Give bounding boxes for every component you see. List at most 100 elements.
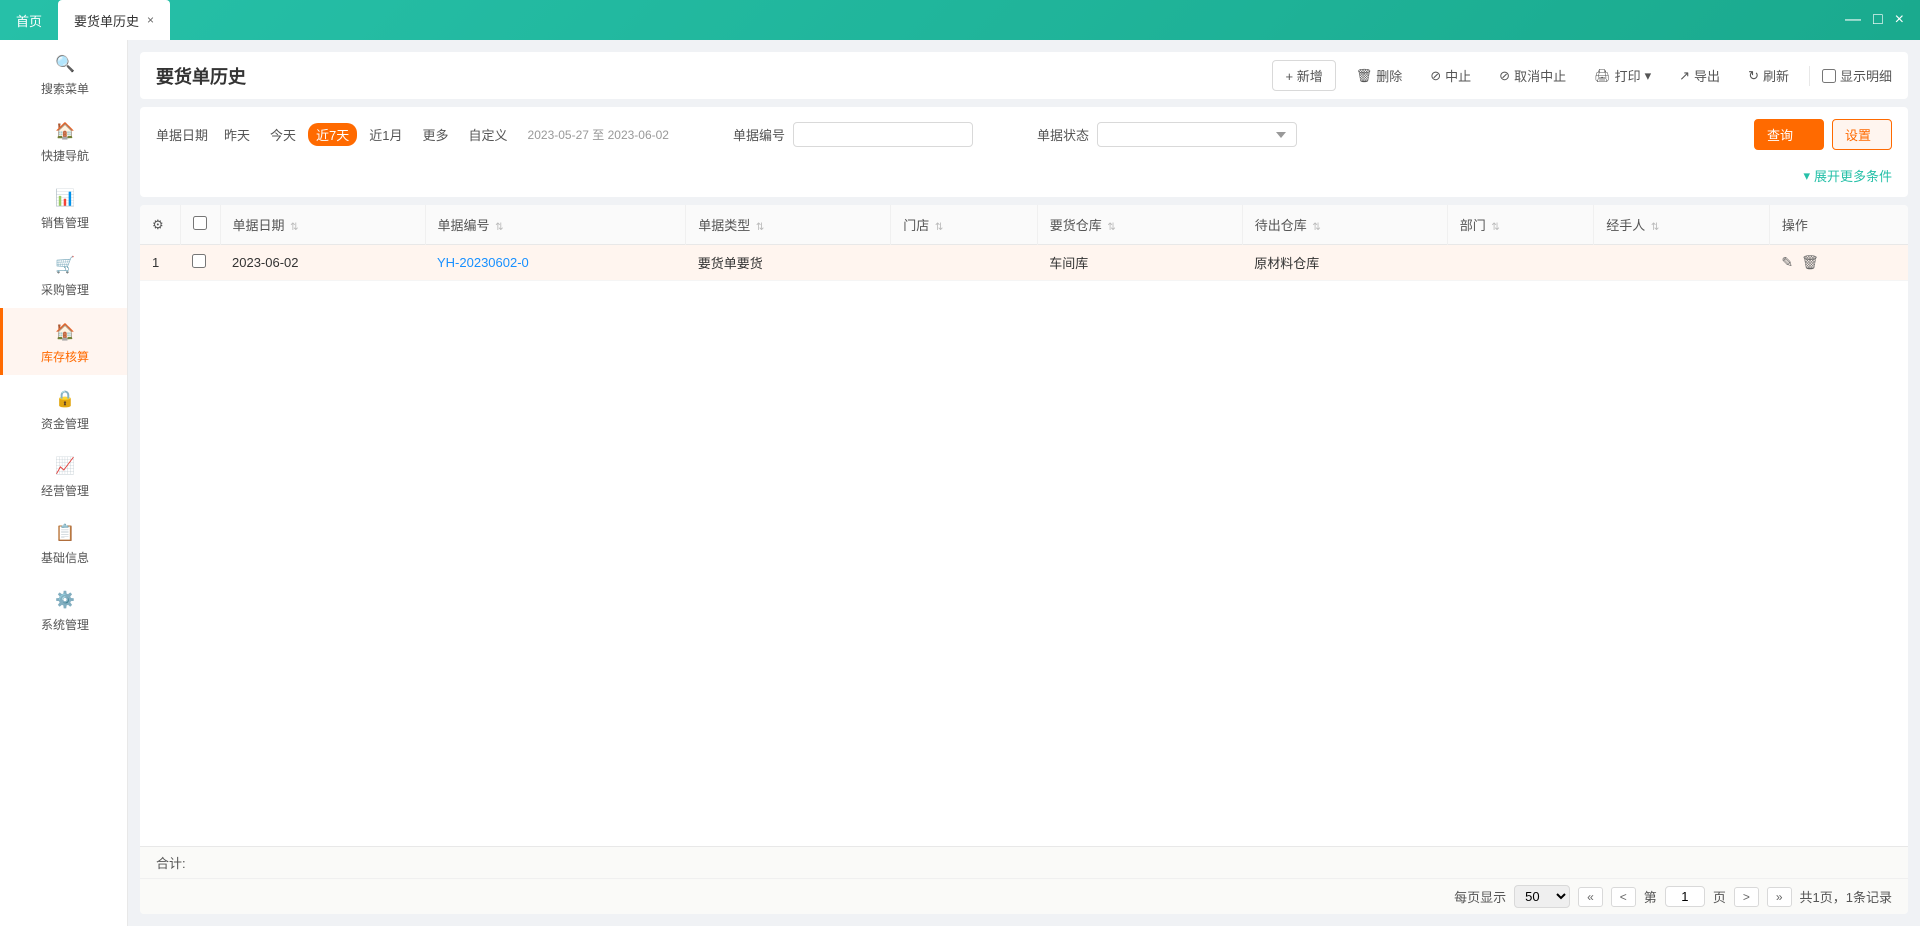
sidebar-item-finance-mgmt[interactable]: 🔒 资金管理 xyxy=(0,375,127,442)
row-edit-icon[interactable]: ✎ xyxy=(1781,254,1793,271)
tab-home-label: 首页 xyxy=(16,11,42,30)
date-btn-last1month[interactable]: 近1月 xyxy=(361,123,410,146)
next-page-btn[interactable]: > xyxy=(1734,887,1759,907)
sidebar-item-system-mgmt[interactable]: ⚙️ 系统管理 xyxy=(0,576,127,643)
sidebar-item-purchase-mgmt[interactable]: 🛒 采购管理 xyxy=(0,241,127,308)
settings-button-label: 设置 xyxy=(1845,125,1871,144)
table-row: 1 2023-06-02 YH-20230602-0 要货单要货 xyxy=(140,245,1908,281)
col-store-sort: ⇅ xyxy=(935,222,943,233)
filter-status-label: 单据状态 xyxy=(1037,125,1089,144)
stop-button[interactable]: ⊘ 中止 xyxy=(1422,61,1479,90)
maximize-icon[interactable]: □ xyxy=(1873,11,1883,29)
date-btn-yesterday[interactable]: 昨天 xyxy=(216,123,258,146)
query-button[interactable]: 查询 xyxy=(1754,119,1824,150)
export-label: 导出 xyxy=(1694,66,1720,85)
prev-page-btn[interactable]: < xyxy=(1611,887,1636,907)
col-pending-warehouse[interactable]: 待出仓库 ⇅ xyxy=(1242,205,1447,245)
filter-area: 单据日期 昨天 今天 近7天 近1月 更多 自定义 2023-05-27 至 2… xyxy=(140,107,1908,197)
sidebar-item-ops-mgmt[interactable]: 📈 经营管理 xyxy=(0,442,127,509)
export-button[interactable]: ↗ 导出 xyxy=(1671,61,1728,90)
col-action: 操作 xyxy=(1769,205,1908,245)
minimize-icon[interactable]: — xyxy=(1845,11,1861,29)
col-doc-date[interactable]: 单据日期 ⇅ xyxy=(220,205,425,245)
page-size-select[interactable]: 20 50 100 200 xyxy=(1514,885,1570,908)
print-button[interactable]: 🖨 打印 ▾ xyxy=(1586,61,1659,90)
sidebar-item-quick-nav[interactable]: 🏠 快捷导航 xyxy=(0,107,127,174)
ops-icon: 📈 xyxy=(55,456,75,476)
sidebar-label-basic-info: 基础信息 xyxy=(41,549,89,566)
tab-close-icon[interactable]: × xyxy=(147,13,154,27)
page-size-label: 每页显示 xyxy=(1454,887,1506,906)
finance-icon: 🔒 xyxy=(55,389,75,409)
col-doc-date-sort: ⇅ xyxy=(290,222,298,233)
cancel-stop-label: 取消中止 xyxy=(1514,66,1566,85)
search-menu-icon: 🔍 xyxy=(55,54,75,74)
doc-no-input[interactable] xyxy=(793,122,973,147)
page-title: 要货单历史 xyxy=(156,63,246,89)
col-store[interactable]: 门店 ⇅ xyxy=(891,205,1037,245)
display-detail-input[interactable] xyxy=(1822,69,1836,83)
col-doc-date-label: 单据日期 xyxy=(233,218,285,233)
top-bar: 首页 要货单历史 × — □ × xyxy=(0,0,1920,40)
row-handler xyxy=(1594,245,1770,281)
status-select[interactable] xyxy=(1097,122,1297,147)
date-btn-today[interactable]: 今天 xyxy=(262,123,304,146)
sidebar-item-search-menu[interactable]: 🔍 搜索菜单 xyxy=(0,40,127,107)
inventory-icon: 🏠 xyxy=(55,322,75,342)
sidebar-item-inventory[interactable]: 🏠 库存核算 xyxy=(0,308,127,375)
first-page-btn[interactable]: « xyxy=(1578,887,1603,907)
col-req-warehouse-sort: ⇅ xyxy=(1107,222,1115,233)
row-checkbox xyxy=(180,245,220,281)
date-btn-more[interactable]: 更多 xyxy=(415,123,457,146)
select-all-checkbox[interactable] xyxy=(193,216,207,230)
col-doc-type-sort: ⇅ xyxy=(756,222,764,233)
expand-more-btn[interactable]: ▾ 展开更多条件 xyxy=(1803,166,1892,185)
tab-requisition-history[interactable]: 要货单历史 × xyxy=(58,0,170,40)
sidebar-label-search-menu: 搜索菜单 xyxy=(41,80,89,97)
main-layout: 🔍 搜索菜单 🏠 快捷导航 📊 销售管理 🛒 采购管理 🏠 库存核算 🔒 资金管… xyxy=(0,40,1920,926)
col-req-warehouse-label: 要货仓库 xyxy=(1050,218,1102,233)
last-page-btn[interactable]: » xyxy=(1767,887,1792,907)
display-detail-checkbox[interactable]: 显示明细 xyxy=(1822,66,1892,85)
quick-nav-icon: 🏠 xyxy=(55,121,75,141)
col-handler-label: 经手人 xyxy=(1606,218,1645,233)
page-number-input[interactable] xyxy=(1665,886,1705,907)
col-handler[interactable]: 经手人 ⇅ xyxy=(1594,205,1770,245)
doc-no-link[interactable]: YH-20230602-0 xyxy=(437,255,529,270)
tab-home[interactable]: 首页 xyxy=(0,0,58,40)
date-shortcuts: 昨天 今天 近7天 近1月 更多 自定义 xyxy=(216,123,516,146)
sidebar-label-finance: 资金管理 xyxy=(41,415,89,432)
col-doc-type[interactable]: 单据类型 ⇅ xyxy=(686,205,891,245)
table-scroll-area: ⚙ 单据日期 ⇅ 单据编号 ⇅ xyxy=(140,205,1908,846)
refresh-button[interactable]: ↻ 刷新 xyxy=(1740,61,1797,90)
expand-more-icon: ▾ xyxy=(1803,168,1810,184)
col-doc-no-sort: ⇅ xyxy=(495,222,503,233)
refresh-label: 刷新 xyxy=(1763,66,1789,85)
print-dropdown-icon: ▾ xyxy=(1645,68,1652,84)
date-btn-last7days[interactable]: 近7天 xyxy=(308,123,357,146)
settings-button[interactable]: 设置 xyxy=(1832,119,1892,150)
sidebar-item-basic-info[interactable]: 📋 基础信息 xyxy=(0,509,127,576)
delete-icon: 🗑 xyxy=(1356,68,1373,84)
col-doc-no-label: 单据编号 xyxy=(438,218,490,233)
summary-label: 合计: xyxy=(156,853,186,872)
close-window-icon[interactable]: × xyxy=(1895,11,1904,29)
new-button[interactable]: + 新增 xyxy=(1272,60,1335,91)
filter-docno-label: 单据编号 xyxy=(733,125,785,144)
col-req-warehouse[interactable]: 要货仓库 ⇅ xyxy=(1037,205,1242,245)
expand-more-label: 展开更多条件 xyxy=(1814,166,1892,185)
sidebar-item-sales-mgmt[interactable]: 📊 销售管理 xyxy=(0,174,127,241)
col-dept[interactable]: 部门 ⇅ xyxy=(1447,205,1593,245)
filter-date-item: 单据日期 昨天 今天 近7天 近1月 更多 自定义 2023-05-27 至 2… xyxy=(156,123,669,146)
col-doc-no[interactable]: 单据编号 ⇅ xyxy=(425,205,686,245)
col-settings[interactable]: ⚙ xyxy=(140,205,180,245)
cancel-stop-button[interactable]: ⊘ 取消中止 xyxy=(1491,61,1574,90)
toolbar: + 新增 🗑 删除 ⊘ 中止 ⊘ 取消中止 🖨 打印 ▾ xyxy=(1272,60,1892,91)
sidebar-label-ops: 经营管理 xyxy=(41,482,89,499)
delete-button[interactable]: 🗑 删除 xyxy=(1348,61,1411,90)
row-delete-icon[interactable]: 🗑 xyxy=(1801,254,1819,271)
pagination: 每页显示 20 50 100 200 « < 第 页 > » 共1页，1条记录 xyxy=(1454,885,1892,908)
row-select-checkbox[interactable] xyxy=(192,254,206,268)
system-icon: ⚙️ xyxy=(55,590,75,610)
date-btn-custom[interactable]: 自定义 xyxy=(461,123,516,146)
